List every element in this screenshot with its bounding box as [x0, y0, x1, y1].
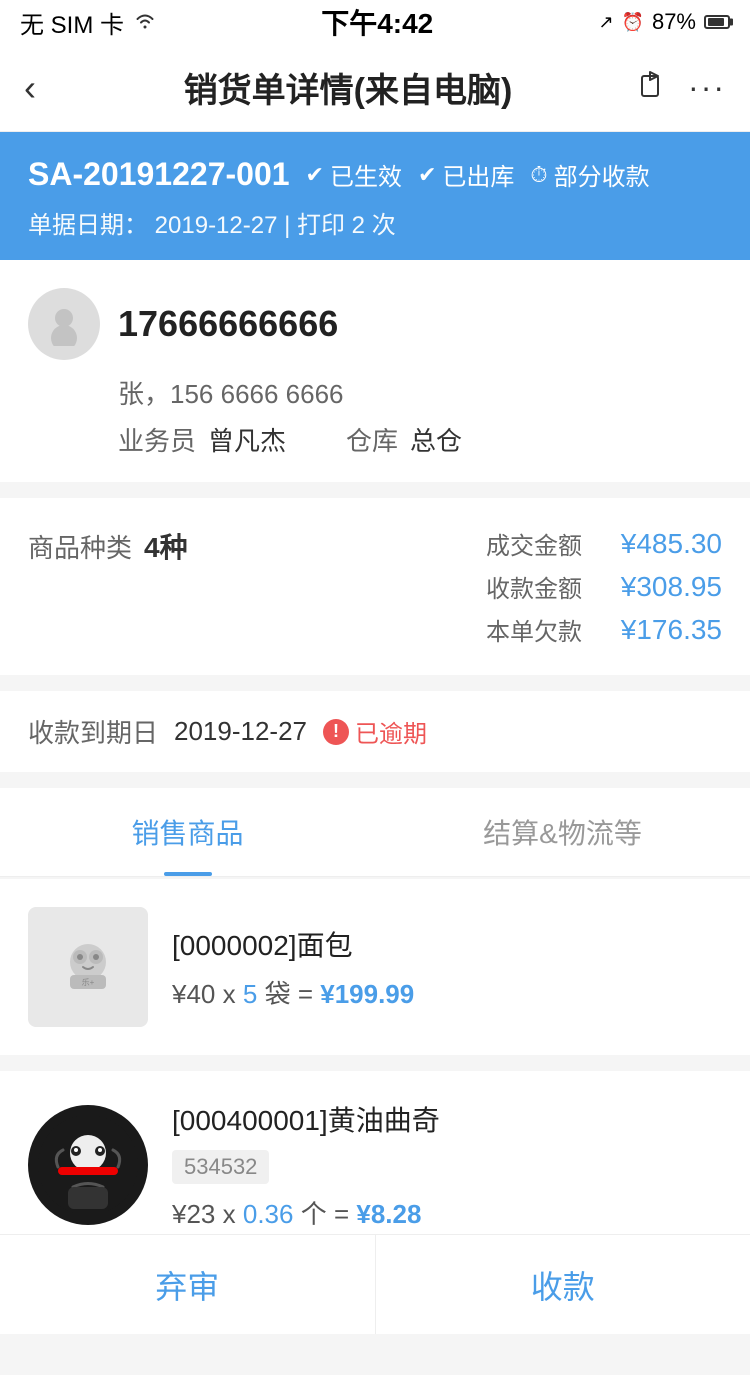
product-name-1: [0000002]面包	[172, 924, 722, 964]
product-price-1: ¥40 x 5 袋 = ¥199.99	[172, 974, 722, 1011]
carrier-text: 无 SIM 卡	[20, 5, 124, 40]
location-icon: ↗	[598, 12, 613, 33]
deal-amount-label: 成交金额	[486, 526, 582, 561]
received-row: 收款金额 ¥308.95	[486, 569, 722, 604]
received-label: 收款金额	[486, 569, 582, 604]
products-section: 乐+ [0000002]面包 ¥40 x 5 袋 = ¥199.99	[0, 879, 750, 1259]
order-id: SA-20191227-001	[28, 156, 290, 193]
avatar	[28, 288, 100, 360]
product-item: 乐+ [0000002]面包 ¥40 x 5 袋 = ¥199.99	[0, 879, 750, 1055]
tab-settlement[interactable]: 结算&物流等	[375, 788, 750, 876]
product-info-2: [000400001]黄油曲奇 534532 ¥23 x 0.36 个 = ¥8…	[172, 1099, 722, 1231]
product-price-2: ¥23 x 0.36 个 = ¥8.28	[172, 1194, 722, 1231]
warehouse-label: 仓库	[346, 421, 398, 458]
overdue-badge: ! 已逾期	[323, 714, 427, 749]
cancel-button[interactable]: 弃审	[0, 1235, 376, 1334]
bottom-bar: 弃审 收款	[0, 1234, 750, 1334]
debt-label: 本单欠款	[486, 612, 582, 647]
product-info-1: [0000002]面包 ¥40 x 5 袋 = ¥199.99	[172, 924, 722, 1011]
order-meta: 单据日期： 2019-12-27 | 打印 2 次	[28, 205, 722, 240]
product-name-2: [000400001]黄油曲奇	[172, 1099, 722, 1139]
page-title: 销货单详情(来自电脑)	[56, 63, 640, 112]
tabs-row: 销售商品 结算&物流等	[0, 788, 750, 877]
product-types-label: 商品种类	[28, 528, 132, 565]
staff-name: 曾凡杰	[208, 421, 286, 458]
more-button[interactable]: ···	[688, 69, 726, 106]
product-batch: 534532	[172, 1150, 269, 1184]
due-section: 收款到期日 2019-12-27 ! 已逾期	[0, 691, 750, 772]
received-value: ¥308.95	[602, 571, 722, 603]
stats-section: 商品种类 4种 成交金额 ¥485.30 收款金额 ¥308.95 本单欠款 ¥…	[0, 498, 750, 675]
customer-name-phone: 张，156 6666 6666	[118, 374, 722, 411]
staff-item: 业务员 曾凡杰	[118, 421, 286, 458]
check-icon-2: ✔	[418, 162, 436, 188]
order-header: SA-20191227-001 ✔ 已生效 ✔ 已出库 ⏱ 部分收款 单据日期：…	[0, 132, 750, 260]
due-date-value: 2019-12-27	[174, 716, 307, 747]
nav-bar: ‹ 销货单详情(来自电脑) ···	[0, 44, 750, 132]
warehouse-name: 总仓	[410, 421, 462, 458]
customer-main-row: 17666666666	[28, 288, 722, 360]
product-types: 商品种类 4种	[28, 526, 188, 566]
product-thumb-1: 乐+	[28, 907, 148, 1027]
status-shipped: ✔ 已出库	[418, 157, 514, 192]
deal-amount-value: ¥485.30	[602, 528, 722, 560]
status-time: 下午4:42	[321, 2, 433, 42]
confirm-button[interactable]: 收款	[376, 1235, 750, 1334]
stats-left: 商品种类 4种	[28, 526, 188, 566]
check-icon-1: ✔	[306, 162, 324, 188]
product-item: [000400001]黄油曲奇 534532 ¥23 x 0.36 个 = ¥8…	[0, 1071, 750, 1259]
deal-amount-row: 成交金额 ¥485.30	[486, 526, 722, 561]
battery-icon	[704, 15, 730, 29]
staff-label: 业务员	[118, 421, 196, 458]
debt-row: 本单欠款 ¥176.35	[486, 612, 722, 647]
stats-right: 成交金额 ¥485.30 收款金额 ¥308.95 本单欠款 ¥176.35	[486, 526, 722, 647]
status-left: 无 SIM 卡	[20, 5, 156, 40]
order-status-row: SA-20191227-001 ✔ 已生效 ✔ 已出库 ⏱ 部分收款	[28, 156, 722, 193]
overdue-icon: !	[323, 719, 349, 745]
staff-row: 业务员 曾凡杰 仓库 总仓	[118, 421, 722, 458]
share-button[interactable]	[640, 70, 668, 105]
tabs-section: 销售商品 结算&物流等	[0, 788, 750, 877]
customer-section: 17666666666 张，156 6666 6666 业务员 曾凡杰 仓库 总…	[0, 260, 750, 482]
customer-phone: 17666666666	[118, 303, 338, 345]
alarm-icon: ⏰	[622, 12, 644, 33]
product-thumb-2	[28, 1105, 148, 1225]
tab-sales-products[interactable]: 销售商品	[0, 788, 375, 876]
warehouse-item: 仓库 总仓	[346, 421, 462, 458]
product-types-value: 4种	[144, 526, 188, 566]
nav-actions: ···	[640, 69, 726, 106]
svg-text:乐+: 乐+	[82, 977, 95, 987]
due-label: 收款到期日	[28, 713, 158, 750]
debt-value: ¥176.35	[602, 614, 722, 646]
clock-icon: ⏱	[530, 162, 547, 188]
status-partial: ⏱ 部分收款	[530, 157, 649, 192]
status-effective: ✔ 已生效	[306, 157, 402, 192]
stats-grid: 商品种类 4种 成交金额 ¥485.30 收款金额 ¥308.95 本单欠款 ¥…	[28, 526, 722, 647]
overdue-text: 已逾期	[355, 714, 427, 749]
wifi-icon	[134, 8, 156, 36]
status-right: ↗ ⏰ 87%	[598, 9, 730, 35]
status-bar: 无 SIM 卡 下午4:42 ↗ ⏰ 87%	[0, 0, 750, 44]
back-button[interactable]: ‹	[24, 67, 36, 109]
battery-text: 87%	[652, 9, 696, 35]
